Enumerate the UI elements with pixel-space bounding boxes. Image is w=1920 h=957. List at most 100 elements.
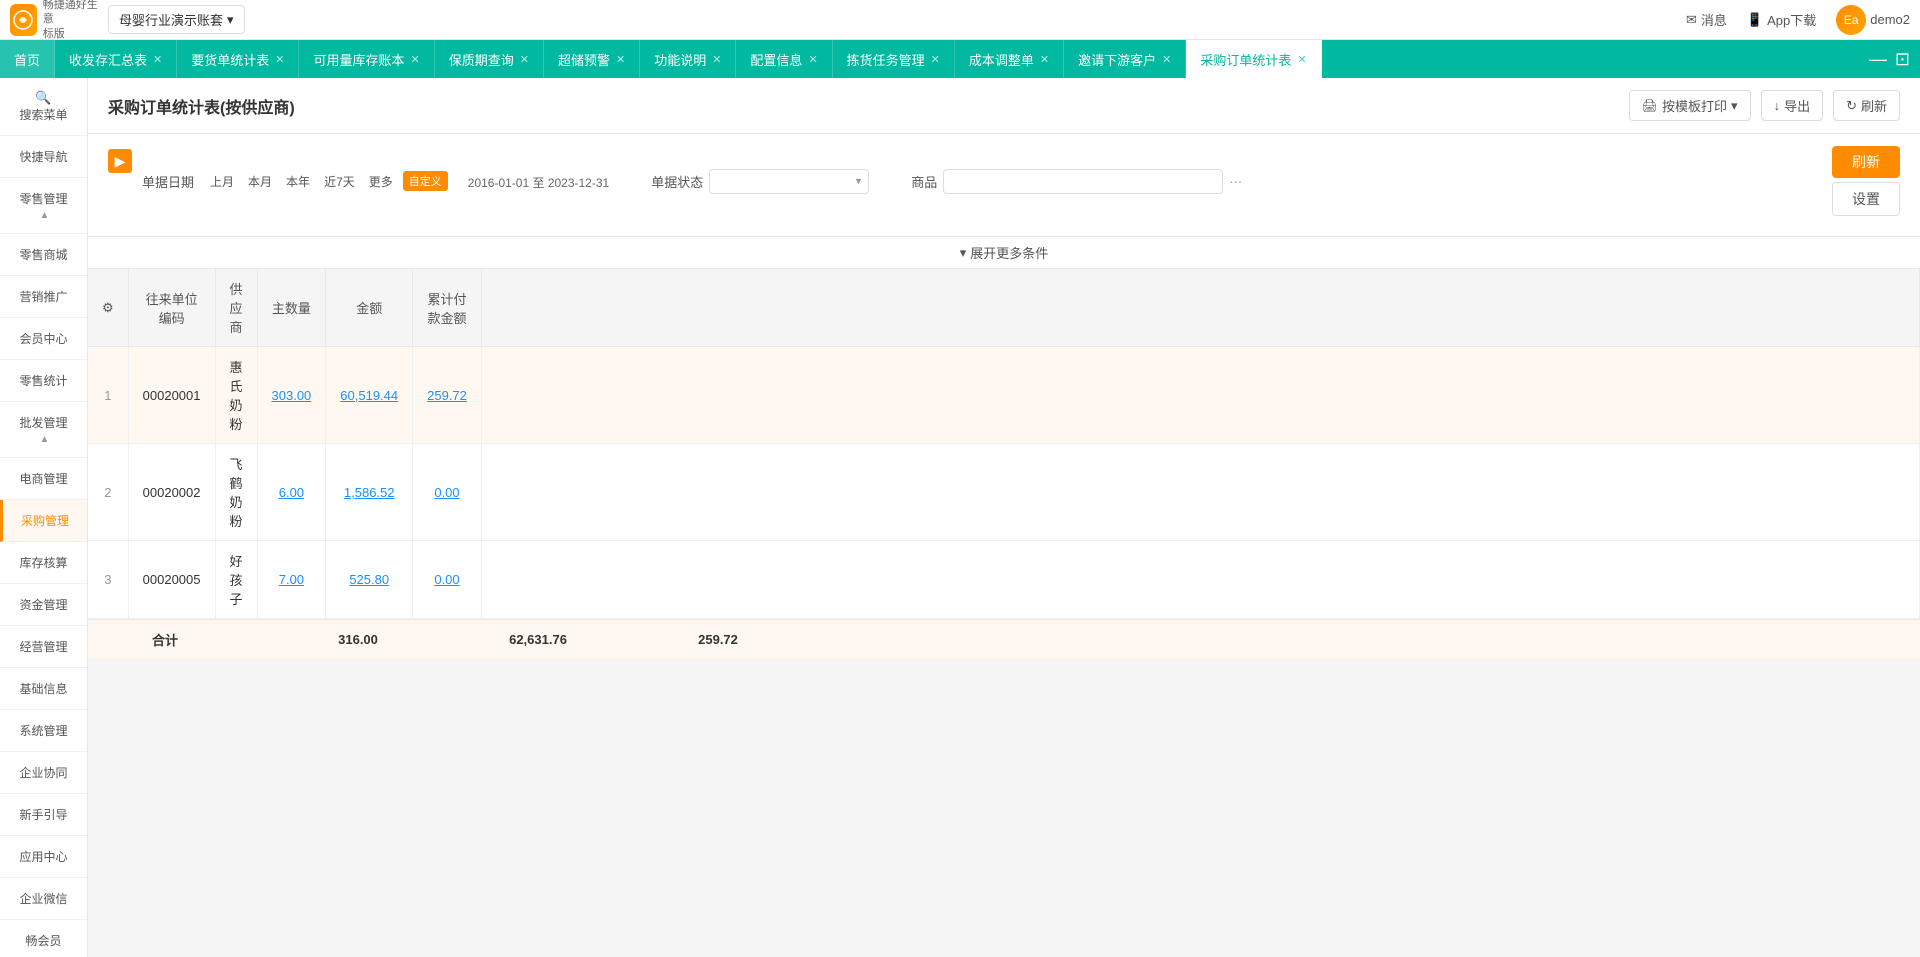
close-icon[interactable]: ✕ [931,53,940,66]
close-icon[interactable]: ✕ [1297,53,1306,66]
col-supplier-header: 供应商 [215,269,257,347]
expand-more-button[interactable]: ▾ 展开更多条件 [88,237,1920,269]
sidebar-item-qiye[interactable]: 企业协同 [0,752,87,794]
table-area: ⚙ 往来单位编码 供应商 主数量 金额 累计付款金额 1 00020001 惠氏… [88,269,1920,659]
status-label: 单据状态 [651,172,703,191]
col-code-header: 往来单位编码 [128,269,215,347]
tab-gongnengshuoming[interactable]: 功能说明 ✕ [640,40,736,78]
sidebar-item-pifa[interactable]: 批发管理 ▲ [0,402,87,458]
tab-chengben[interactable]: 成本调整单 ✕ [955,40,1064,78]
page-header: 采购订单统计表(按供应商) 🖨 按模板打印 ▾ ↓ 导出 ↻ 刷新 [88,78,1920,134]
table-row: 3 00020005 好孩子 7.00 525.80 0.00 [88,541,1920,619]
sidebar-item-dianshang[interactable]: 电商管理 [0,458,87,500]
tab-peizhi[interactable]: 配置信息 ✕ [736,40,832,78]
row-qty[interactable]: 303.00 [257,347,326,444]
sidebar: 🔍 搜索菜单 快捷导航 零售管理 ▲ 零售商城 营销推广 会员中心 零售统计 批… [0,78,88,957]
filter-toggle-icon: ▶ [115,153,126,170]
close-icon[interactable]: ✕ [616,53,625,66]
close-icon[interactable]: ✕ [275,53,284,66]
close-icon[interactable]: ✕ [411,53,420,66]
sidebar-item-xitong[interactable]: 系统管理 [0,710,87,752]
tab-yaoqing[interactable]: 邀请下游客户 ✕ [1064,40,1186,78]
close-icon[interactable]: ✕ [808,53,817,66]
tab-yaohuo[interactable]: 要货单统计表 ✕ [177,40,299,78]
row-supplier: 惠氏奶粉 [215,347,257,444]
sidebar-item-lingshou-mgmt[interactable]: 零售管理 ▲ [0,178,87,234]
message-button[interactable]: ✉ 消息 [1686,10,1727,29]
sidebar-item-kuaijie[interactable]: 快捷导航 [0,136,87,178]
gear-icon[interactable]: ⚙ [102,300,114,315]
maximize-icon[interactable]: ⊡ [1895,49,1910,70]
close-icon[interactable]: ✕ [153,53,162,66]
close-icon[interactable]: ✕ [1040,53,1049,66]
date-shortcut-last-month[interactable]: 上月 [206,171,238,192]
sidebar-item-lingshou-mall[interactable]: 零售商城 [0,234,87,276]
avatar: Ea [1836,5,1866,35]
filter-area: ▶ 单据日期 上月 本月 本年 近7天 更多 自定义 2016-01-01 至 … [88,134,1920,237]
sidebar-item-caigou[interactable]: 采购管理 [0,500,87,542]
row-paid[interactable]: 0.00 [413,541,482,619]
sidebar-item-kucun[interactable]: 库存核算 [0,542,87,584]
tab-caigou-active[interactable]: 采购订单统计表 ✕ [1186,40,1321,78]
row-amount[interactable]: 1,586.52 [326,444,413,541]
sidebar-item-yingyong[interactable]: 应用中心 [0,836,87,878]
sidebar-item-weixin[interactable]: 企业微信 [0,878,87,920]
query-button[interactable]: 刷新 [1832,146,1900,178]
row-paid[interactable]: 0.00 [413,444,482,541]
row-paid[interactable]: 259.72 [413,347,482,444]
sidebar-item-search[interactable]: 🔍 搜索菜单 [0,78,87,136]
sidebar-item-yingxiao[interactable]: 营销推广 [0,276,87,318]
row-qty[interactable]: 6.00 [257,444,326,541]
print-button[interactable]: 🖨 按模板打印 ▾ [1629,90,1751,121]
tab-home[interactable]: 首页 [0,40,55,78]
close-icon[interactable]: ✕ [520,53,529,66]
filter-toggle-button[interactable]: ▶ [108,149,132,173]
date-shortcut-more[interactable]: 更多 [365,171,397,192]
row-amount[interactable]: 525.80 [326,541,413,619]
col-qty-header: 主数量 [257,269,326,347]
main-content: 采购订单统计表(按供应商) 🖨 按模板打印 ▾ ↓ 导出 ↻ 刷新 [88,78,1920,957]
workspace-chevron-icon: ▾ [227,12,234,28]
logo: 畅捷通好生意 标版 [10,0,98,41]
export-button[interactable]: ↓ 导出 [1761,90,1824,121]
date-shortcut-7days[interactable]: 近7天 [320,171,359,192]
app-download-button[interactable]: 📱 App下载 [1747,10,1816,29]
page-title: 采购订单统计表(按供应商) [108,94,295,118]
workspace-selector[interactable]: 母婴行业演示账套 ▾ [108,5,245,34]
sidebar-item-changhui[interactable]: 畅会员 [0,920,87,957]
page-header-actions: 🖨 按模板打印 ▾ ↓ 导出 ↻ 刷新 [1629,90,1901,121]
minimize-icon[interactable]: — [1869,49,1887,70]
tab-baozhiqi[interactable]: 保质期查询 ✕ [435,40,544,78]
user-profile[interactable]: Ea demo2 [1836,5,1910,35]
date-custom-tag[interactable]: 自定义 [403,171,448,191]
row-code: 00020001 [128,347,215,444]
sidebar-item-zijin[interactable]: 资金管理 [0,584,87,626]
refresh-button[interactable]: ↻ 刷新 [1833,90,1900,121]
sidebar-item-xinshou[interactable]: 新手引导 [0,794,87,836]
date-shortcut-this-month[interactable]: 本月 [244,171,276,192]
sidebar-item-lingshou-stat[interactable]: 零售统计 [0,360,87,402]
footer-values: 316.00 62,631.76 259.72 [198,632,778,647]
sidebar-item-huiyuan[interactable]: 会员中心 [0,318,87,360]
row-amount[interactable]: 60,519.44 [326,347,413,444]
top-bar: 畅捷通好生意 标版 母婴行业演示账套 ▾ ✉ 消息 📱 App下载 Ea dem… [0,0,1920,40]
close-icon[interactable]: ✕ [712,53,721,66]
logo-icon [10,4,37,36]
goods-input[interactable] [943,169,1223,194]
tab-jianhuo[interactable]: 拣货任务管理 ✕ [833,40,955,78]
date-shortcuts: 上月 本月 本年 近7天 更多 自定义 [206,171,448,192]
row-qty[interactable]: 7.00 [257,541,326,619]
status-select[interactable] [709,169,869,194]
sidebar-item-jichuinfo[interactable]: 基础信息 [0,668,87,710]
sidebar-item-jingying[interactable]: 经营管理 [0,626,87,668]
tab-chaochuyujing[interactable]: 超储预警 ✕ [544,40,640,78]
date-shortcut-this-year[interactable]: 本年 [282,171,314,192]
goods-filter: 商品 ··· [911,169,1242,194]
close-icon[interactable]: ✕ [1162,53,1171,66]
row-extra [481,347,1919,444]
tab-keyongliang[interactable]: 可用量库存账本 ✕ [299,40,434,78]
data-table: ⚙ 往来单位编码 供应商 主数量 金额 累计付款金额 1 00020001 惠氏… [88,269,1920,619]
goods-more-icon[interactable]: ··· [1229,174,1242,189]
settings-button[interactable]: 设置 [1832,182,1900,216]
tab-shoufacun[interactable]: 收发存汇总表 ✕ [55,40,177,78]
